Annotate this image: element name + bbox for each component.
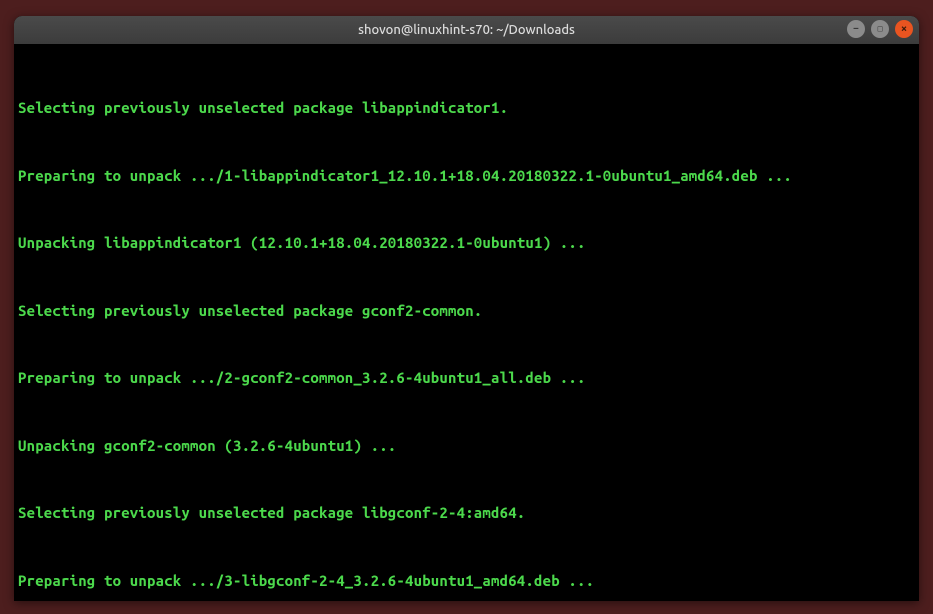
terminal-line: Unpacking libappindicator1 (12.10.1+18.0… bbox=[18, 232, 913, 255]
terminal-output[interactable]: Selecting previously unselected package … bbox=[14, 44, 919, 601]
close-button[interactable] bbox=[895, 20, 913, 38]
titlebar[interactable]: shovon@linuxhint-s70: ~/Downloads bbox=[14, 16, 919, 44]
terminal-line: Selecting previously unselected package … bbox=[18, 300, 913, 323]
window-title: shovon@linuxhint-s70: ~/Downloads bbox=[358, 23, 575, 37]
minimize-button[interactable] bbox=[847, 20, 865, 38]
terminal-line: Preparing to unpack .../2-gconf2-common_… bbox=[18, 367, 913, 390]
terminal-line: Selecting previously unselected package … bbox=[18, 502, 913, 525]
terminal-window: shovon@linuxhint-s70: ~/Downloads Select… bbox=[14, 16, 919, 601]
terminal-line: Selecting previously unselected package … bbox=[18, 97, 913, 120]
maximize-button[interactable] bbox=[871, 20, 889, 38]
terminal-line: Unpacking gconf2-common (3.2.6-4ubuntu1)… bbox=[18, 435, 913, 458]
window-controls bbox=[847, 20, 913, 38]
terminal-line: Preparing to unpack .../1-libappindicato… bbox=[18, 165, 913, 188]
terminal-line: Preparing to unpack .../3-libgconf-2-4_3… bbox=[18, 570, 913, 593]
